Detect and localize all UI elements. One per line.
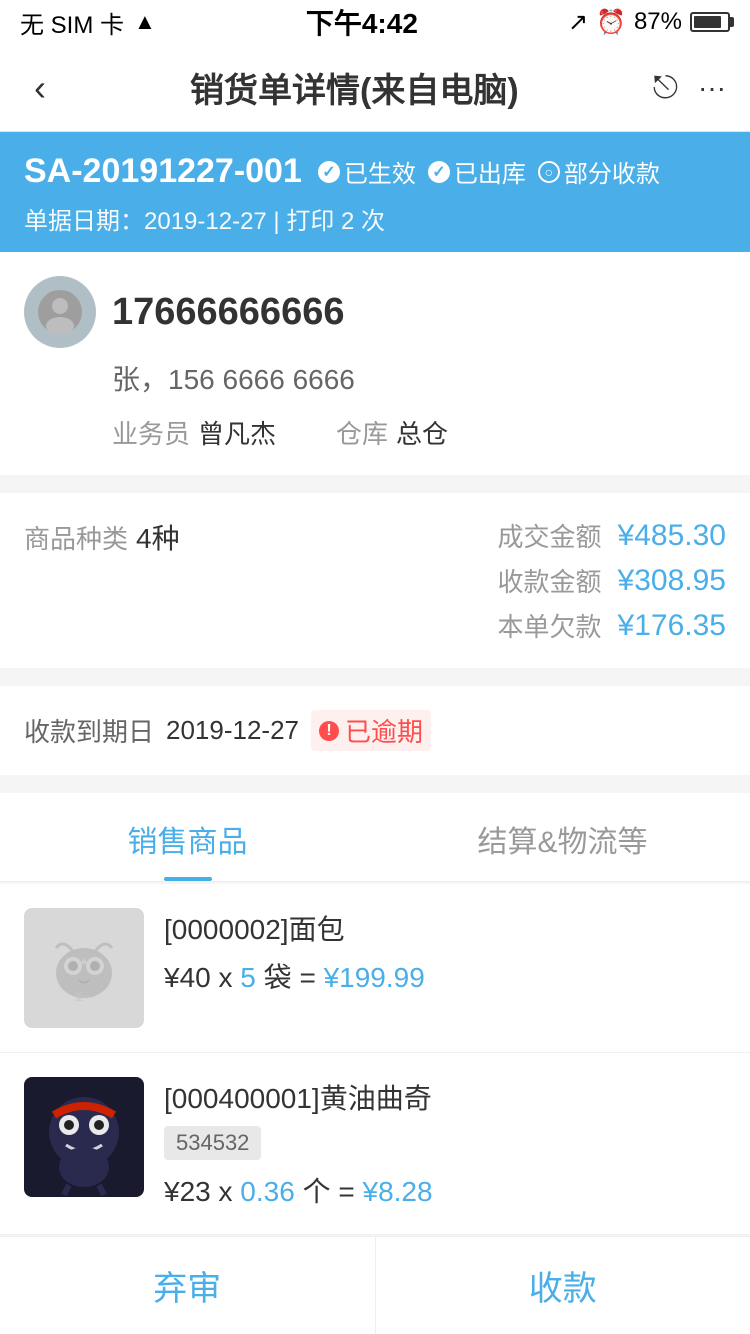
product-name-2: [000400001]黄油曲奇 <box>164 1077 726 1117</box>
order-id: SA-20191227-001 <box>24 152 302 191</box>
badge-effective: ✓ 已生效 <box>318 154 416 189</box>
payment-button[interactable]: 收款 <box>376 1237 750 1334</box>
salesperson-label: 业务员 <box>112 414 190 451</box>
alarm-icon: ⏰ <box>596 8 626 37</box>
svg-text:垫+: 垫+ <box>74 990 90 1003</box>
owed-value: ¥176.35 <box>618 609 726 643</box>
order-header-banner: SA-20191227-001 ✓ 已生效 ✓ 已出库 ○ 部分收款 单据日期：… <box>0 132 750 252</box>
order-badges: ✓ 已生效 ✓ 已出库 ○ 部分收款 <box>318 154 660 189</box>
customer-meta: 业务员 曾凡杰 仓库 总仓 <box>24 414 726 451</box>
customer-section: 17666666666 张，156 6666 6666 业务员 曾凡杰 仓库 总… <box>0 252 750 475</box>
product-base-price-1: ¥40 <box>164 962 211 993</box>
cancel-review-button[interactable]: 弃审 <box>0 1237 376 1334</box>
overdue-date: 2019-12-27 <box>166 715 299 746</box>
transaction-label: 成交金额 <box>498 517 602 554</box>
tabs-container: 销售商品 结算&物流等 <box>0 793 750 882</box>
order-sub-info: 单据日期：2019-12-27 | 打印 2 次 <box>24 201 726 236</box>
received-row: 收款金额 ¥308.95 <box>498 562 726 599</box>
check-icon-2: ✓ <box>428 161 450 183</box>
badge-shipped: ✓ 已出库 <box>428 154 526 189</box>
overdue-section: 收款到期日 2019-12-27 ! 已逾期 <box>0 686 750 775</box>
received-label: 收款金额 <box>498 562 602 599</box>
order-header-top: SA-20191227-001 ✓ 已生效 ✓ 已出库 ○ 部分收款 <box>24 152 726 191</box>
status-time: 下午4:42 <box>306 2 418 42</box>
tab-settlement-logistics[interactable]: 结算&物流等 <box>375 793 750 881</box>
overdue-status: 已逾期 <box>345 712 423 749</box>
status-right: ↗ ⏰ 87% <box>568 8 730 37</box>
product-total-1: ¥199.99 <box>324 962 425 993</box>
product-list: 垫+ [0000002]面包 ¥40 x 5 袋 = ¥199.99 <box>0 884 750 1235</box>
warehouse-label: 仓库 <box>336 414 388 451</box>
product-total-2: ¥8.28 <box>363 1176 433 1207</box>
thumb-placeholder-1: 垫+ <box>24 908 144 1028</box>
product-sku-badge: 534532 <box>164 1126 261 1160</box>
tab-sales-products[interactable]: 销售商品 <box>0 793 375 881</box>
owed-label: 本单欠款 <box>498 607 602 644</box>
badge-partial-payment: ○ 部分收款 <box>538 154 660 189</box>
product-types-label: 商品种类 <box>24 519 128 556</box>
nav-bar: ‹ 销货单详情(来自电脑) ⎋ ··· <box>0 44 750 132</box>
transaction-row: 成交金额 ¥485.30 <box>498 517 726 554</box>
warehouse-value: 总仓 <box>396 414 448 451</box>
summary-right: 成交金额 ¥485.30 收款金额 ¥308.95 本单欠款 ¥176.35 <box>498 517 726 644</box>
tabs-row: 销售商品 结算&物流等 <box>0 793 750 882</box>
transaction-value: ¥485.30 <box>618 519 726 553</box>
salesperson-meta: 业务员 曾凡杰 <box>112 414 276 451</box>
product-qty-1: 5 <box>240 962 256 993</box>
product-types-value: 4种 <box>136 517 180 557</box>
battery-icon <box>690 12 730 32</box>
product-name-1: [0000002]面包 <box>164 908 726 948</box>
bottom-bar: 弃审 收款 <box>0 1236 750 1334</box>
product-qty-2: 0.36 <box>240 1176 295 1207</box>
clock-icon: ○ <box>538 161 560 183</box>
overdue-label: 收款到期日 <box>24 712 154 749</box>
product-unit-1: 袋 <box>264 962 292 993</box>
nav-actions: ⎋ ··· <box>653 69 726 107</box>
warehouse-meta: 仓库 总仓 <box>336 414 448 451</box>
product-item-2: [000400001]黄油曲奇 534532 ¥23 x 0.36 个 = ¥8… <box>0 1053 750 1235</box>
overdue-badge: ! 已逾期 <box>311 710 431 751</box>
customer-name: 17666666666 <box>112 291 344 334</box>
product-thumb-2 <box>24 1077 144 1197</box>
product-price-1: ¥40 x 5 袋 = ¥199.99 <box>164 956 726 996</box>
location-icon: ↗ <box>568 8 588 37</box>
owed-row: 本单欠款 ¥176.35 <box>498 607 726 644</box>
divider-3 <box>0 777 750 793</box>
product-item: 垫+ [0000002]面包 ¥40 x 5 袋 = ¥199.99 <box>0 884 750 1053</box>
product-unit-2: 个 <box>303 1176 331 1207</box>
product-info-1: [0000002]面包 ¥40 x 5 袋 = ¥199.99 <box>164 908 726 996</box>
customer-contact: 张，156 6666 6666 <box>24 358 726 398</box>
product-price-2: ¥23 x 0.36 个 = ¥8.28 <box>164 1170 726 1210</box>
summary-row: 商品种类 4种 成交金额 ¥485.30 收款金额 ¥308.95 本单欠款 ¥… <box>24 517 726 644</box>
customer-name-row: 17666666666 <box>24 276 726 348</box>
product-thumb-1: 垫+ <box>24 908 144 1028</box>
wifi-icon: ▲ <box>134 9 156 35</box>
product-base-price-2: ¥23 <box>164 1176 211 1207</box>
status-bar: 无 SIM 卡 ▲ 下午4:42 ↗ ⏰ 87% <box>0 0 750 44</box>
share-button[interactable]: ⎋ <box>653 69 678 107</box>
overdue-icon: ! <box>319 721 339 741</box>
divider-2 <box>0 670 750 686</box>
salesperson-value: 曾凡杰 <box>198 414 276 451</box>
page-title: 销货单详情(来自电脑) <box>56 63 653 112</box>
divider-1 <box>0 477 750 493</box>
product-info-2: [000400001]黄油曲奇 534532 ¥23 x 0.36 个 = ¥8… <box>164 1077 726 1210</box>
battery-label: 87% <box>634 8 682 36</box>
back-button[interactable]: ‹ <box>24 57 56 119</box>
check-icon-1: ✓ <box>318 161 340 183</box>
summary-section: 商品种类 4种 成交金额 ¥485.30 收款金额 ¥308.95 本单欠款 ¥… <box>0 493 750 668</box>
carrier-label: 无 SIM 卡 <box>20 5 124 40</box>
more-button[interactable]: ··· <box>698 72 726 104</box>
status-left: 无 SIM 卡 ▲ <box>20 5 156 40</box>
summary-left: 商品种类 4种 <box>24 517 180 557</box>
avatar <box>24 276 96 348</box>
received-value: ¥308.95 <box>618 564 726 598</box>
